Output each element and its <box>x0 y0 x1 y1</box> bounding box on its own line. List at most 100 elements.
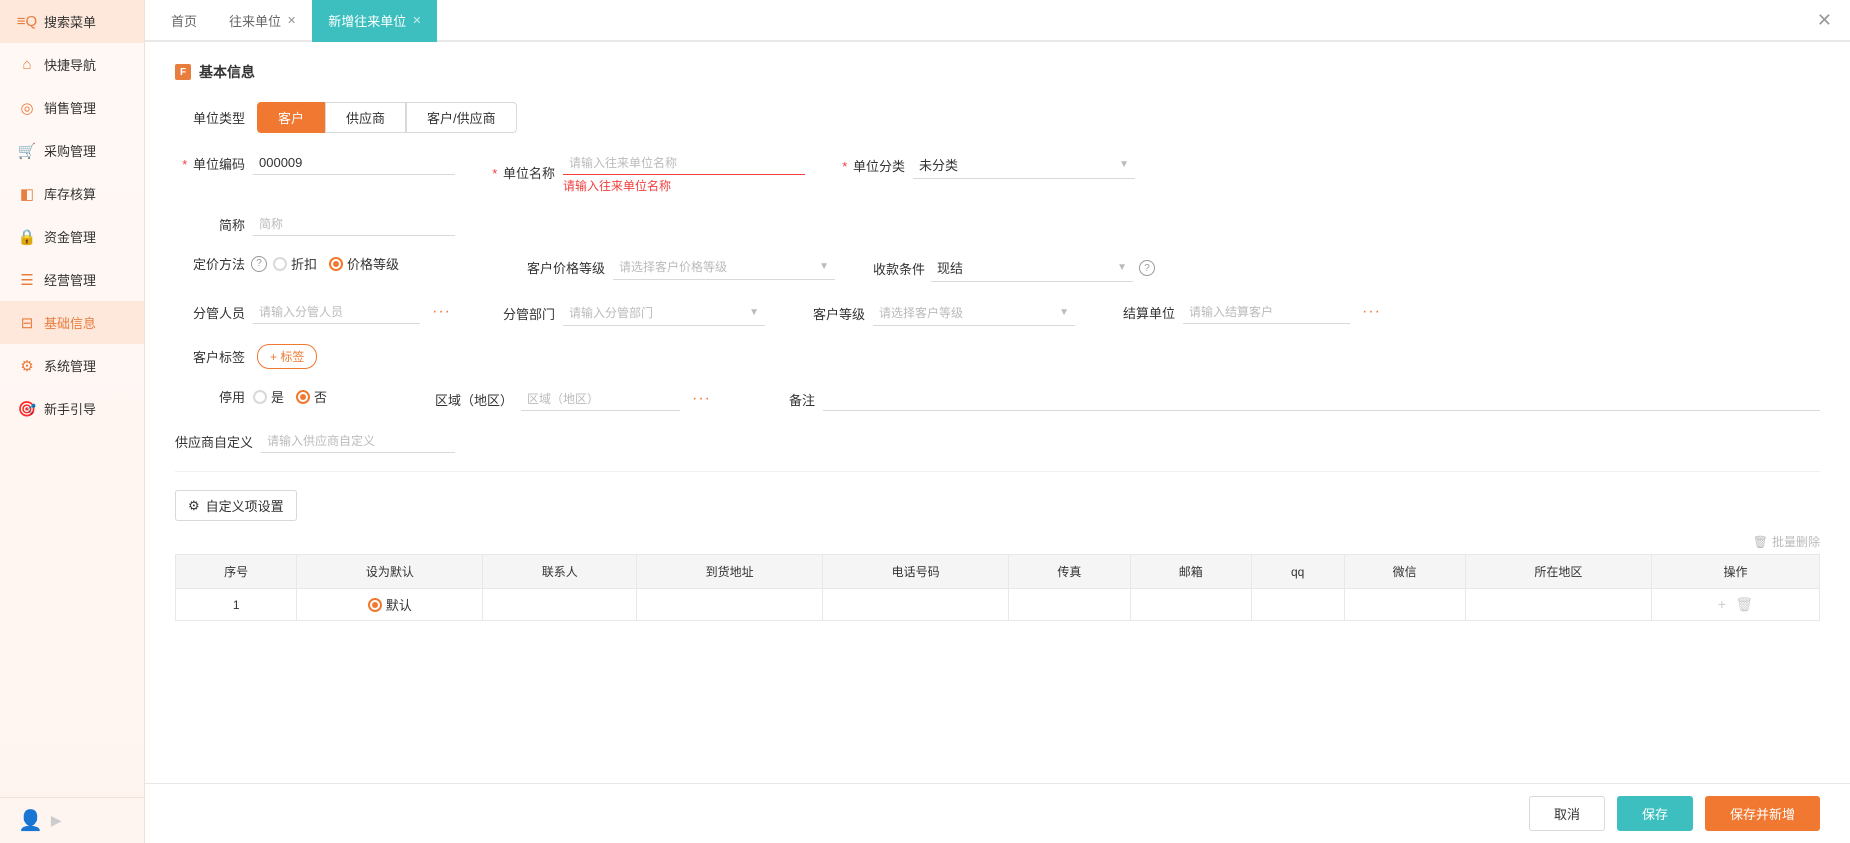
short-name-label: 简称 <box>175 215 245 234</box>
batch-delete-label[interactable]: 批量删除 <box>1772 533 1820 550</box>
manager-more-btn[interactable]: ··· <box>428 303 455 321</box>
expand-icon[interactable]: ▶ <box>51 812 62 829</box>
row-delete-icon[interactable]: 🗑 <box>1732 596 1756 612</box>
sidebar-item-purchase[interactable]: 🛒 采购管理 <box>0 129 144 172</box>
department-label: 分管部门 <box>485 304 555 323</box>
pricing-discount-label: 折扣 <box>291 254 317 273</box>
sidebar-item-operations[interactable]: ☰ 经营管理 <box>0 258 144 301</box>
required-star: * <box>182 157 187 172</box>
customer-tag-label: 客户标签 <box>175 347 245 366</box>
tab-trading-units[interactable]: 往来单位 ✕ <box>213 0 312 42</box>
tab-bar: 首页 往来单位 ✕ 新增往来单位 ✕ ✕ <box>145 0 1850 42</box>
sidebar-item-quick-nav[interactable]: ⌂ 快捷导航 <box>0 43 144 86</box>
tab-home[interactable]: 首页 <box>155 0 213 42</box>
type-btn-supplier[interactable]: 供应商 <box>325 102 406 133</box>
sidebar-item-finance[interactable]: 🔒 资金管理 <box>0 215 144 258</box>
payment-terms-select[interactable]: 现结 ▼ <box>931 254 1133 282</box>
customer-price-level-value: 请选择客户价格等级 <box>619 258 815 275</box>
tab-home-label: 首页 <box>171 11 197 30</box>
tab-new-unit-close[interactable]: ✕ <box>412 14 421 27</box>
form-divider <box>175 471 1820 472</box>
settlement-more-btn[interactable]: ··· <box>1358 303 1385 321</box>
unit-code-field: * 单位编码 <box>175 151 455 175</box>
disabled-yes-option[interactable]: 是 <box>253 387 284 406</box>
short-name-input[interactable] <box>253 212 455 236</box>
tab-trading-units-close[interactable]: ✕ <box>287 14 296 27</box>
region-input[interactable] <box>521 387 680 411</box>
col-default: 设为默认 <box>297 555 483 589</box>
unit-type-buttons: 客户 供应商 客户/供应商 <box>257 102 517 133</box>
pricing-level-radio[interactable] <box>329 257 343 271</box>
row-add-icon[interactable]: + <box>1715 596 1729 612</box>
unit-name-input[interactable] <box>563 151 805 175</box>
col-address: 到货地址 <box>637 555 823 589</box>
col-action: 操作 <box>1651 555 1819 589</box>
code-name-category-row: * 单位编码 * 单位名称 请输入往来单位名称 * 单位分类 <box>175 151 1820 194</box>
disabled-no-option[interactable]: 否 <box>296 387 327 406</box>
short-name-row: 简称 <box>175 212 1820 236</box>
customer-level-label: 客户等级 <box>795 304 865 323</box>
region-more-btn[interactable]: ··· <box>688 390 715 408</box>
disabled-yes-radio[interactable] <box>253 390 267 404</box>
payment-terms-label: 收款条件 <box>855 259 925 278</box>
window-close-icon[interactable]: ✕ <box>1809 6 1840 35</box>
chevron-down-icon: ▼ <box>1059 307 1069 318</box>
sidebar-item-guide[interactable]: 🎯 新手引导 <box>0 387 144 430</box>
default-radio[interactable] <box>368 598 382 612</box>
manager-row: 分管人员 ··· 分管部门 请输入分管部门 ▼ 客户等级 请选择客户等级 ▼ 结… <box>175 300 1820 326</box>
pricing-discount-option[interactable]: 折扣 <box>273 254 317 273</box>
settlement-label: 结算单位 <box>1105 303 1175 322</box>
purchase-icon: 🛒 <box>18 142 36 160</box>
region-field: 区域（地区） ··· <box>435 387 715 411</box>
disabled-label: 停用 <box>175 387 245 406</box>
default-radio-item[interactable]: 默认 <box>307 595 472 614</box>
cell-contact <box>483 589 637 621</box>
unit-name-field: * 单位名称 请输入往来单位名称 <box>485 151 805 194</box>
col-region: 所在地区 <box>1465 555 1651 589</box>
pricing-help-icon[interactable]: ? <box>251 256 267 272</box>
department-select[interactable]: 请输入分管部门 ▼ <box>563 300 765 326</box>
customer-price-level-select[interactable]: 请选择客户价格等级 ▼ <box>613 254 835 280</box>
customer-level-select[interactable]: 请选择客户等级 ▼ <box>873 300 1075 326</box>
sidebar-item-label: 库存核算 <box>44 184 96 203</box>
save-new-button[interactable]: 保存并新增 <box>1705 796 1820 831</box>
sidebar-item-label: 资金管理 <box>44 227 96 246</box>
customer-price-level-label: 客户价格等级 <box>515 258 605 277</box>
sidebar-item-system[interactable]: ⚙ 系统管理 <box>0 344 144 387</box>
pricing-level-option[interactable]: 价格等级 <box>329 254 399 273</box>
tab-new-unit[interactable]: 新增往来单位 ✕ <box>312 0 437 42</box>
sidebar-item-sales[interactable]: ◎ 销售管理 <box>0 86 144 129</box>
pricing-discount-radio[interactable] <box>273 257 287 271</box>
type-btn-both[interactable]: 客户/供应商 <box>406 102 517 133</box>
cell-address <box>637 589 823 621</box>
unit-code-input[interactable] <box>253 151 455 175</box>
chevron-down-icon: ▼ <box>1117 262 1127 273</box>
unit-type-label: 单位类型 <box>175 108 245 127</box>
operations-icon: ☰ <box>18 271 36 289</box>
sidebar-item-search[interactable]: ≡Q 搜索菜单 <box>0 0 144 43</box>
col-fax: 传真 <box>1009 555 1130 589</box>
sidebar-item-basic-info[interactable]: ⊟ 基础信息 <box>0 301 144 344</box>
payment-terms-field: 收款条件 现结 ▼ ? <box>855 254 1155 282</box>
sales-icon: ◎ <box>18 99 36 117</box>
customize-settings-button[interactable]: ⚙ 自定义项设置 <box>175 490 297 521</box>
sidebar-item-label: 快捷导航 <box>44 55 96 74</box>
cancel-button[interactable]: 取消 <box>1529 796 1605 831</box>
footer: 取消 保存 保存并新增 <box>145 783 1850 843</box>
cell-qq <box>1251 589 1344 621</box>
sidebar-item-inventory[interactable]: ◧ 库存核算 <box>0 172 144 215</box>
payment-terms-help-icon[interactable]: ? <box>1139 260 1155 276</box>
disabled-no-radio[interactable] <box>296 390 310 404</box>
sidebar-item-label: 系统管理 <box>44 356 96 375</box>
unit-category-select[interactable]: 未分类 ▼ <box>913 151 1135 179</box>
remark-input[interactable] <box>823 387 1820 411</box>
supplier-custom-input[interactable] <box>261 429 455 453</box>
settlement-input[interactable] <box>1183 300 1350 324</box>
col-contact: 联系人 <box>483 555 637 589</box>
cell-action: + 🗑 <box>1651 589 1819 621</box>
type-btn-customer[interactable]: 客户 <box>257 102 325 133</box>
add-tag-button[interactable]: + 标签 <box>257 344 317 369</box>
save-button[interactable]: 保存 <box>1617 796 1693 831</box>
manager-input[interactable] <box>253 300 420 324</box>
delete-icon: 🗑 <box>1753 535 1768 549</box>
